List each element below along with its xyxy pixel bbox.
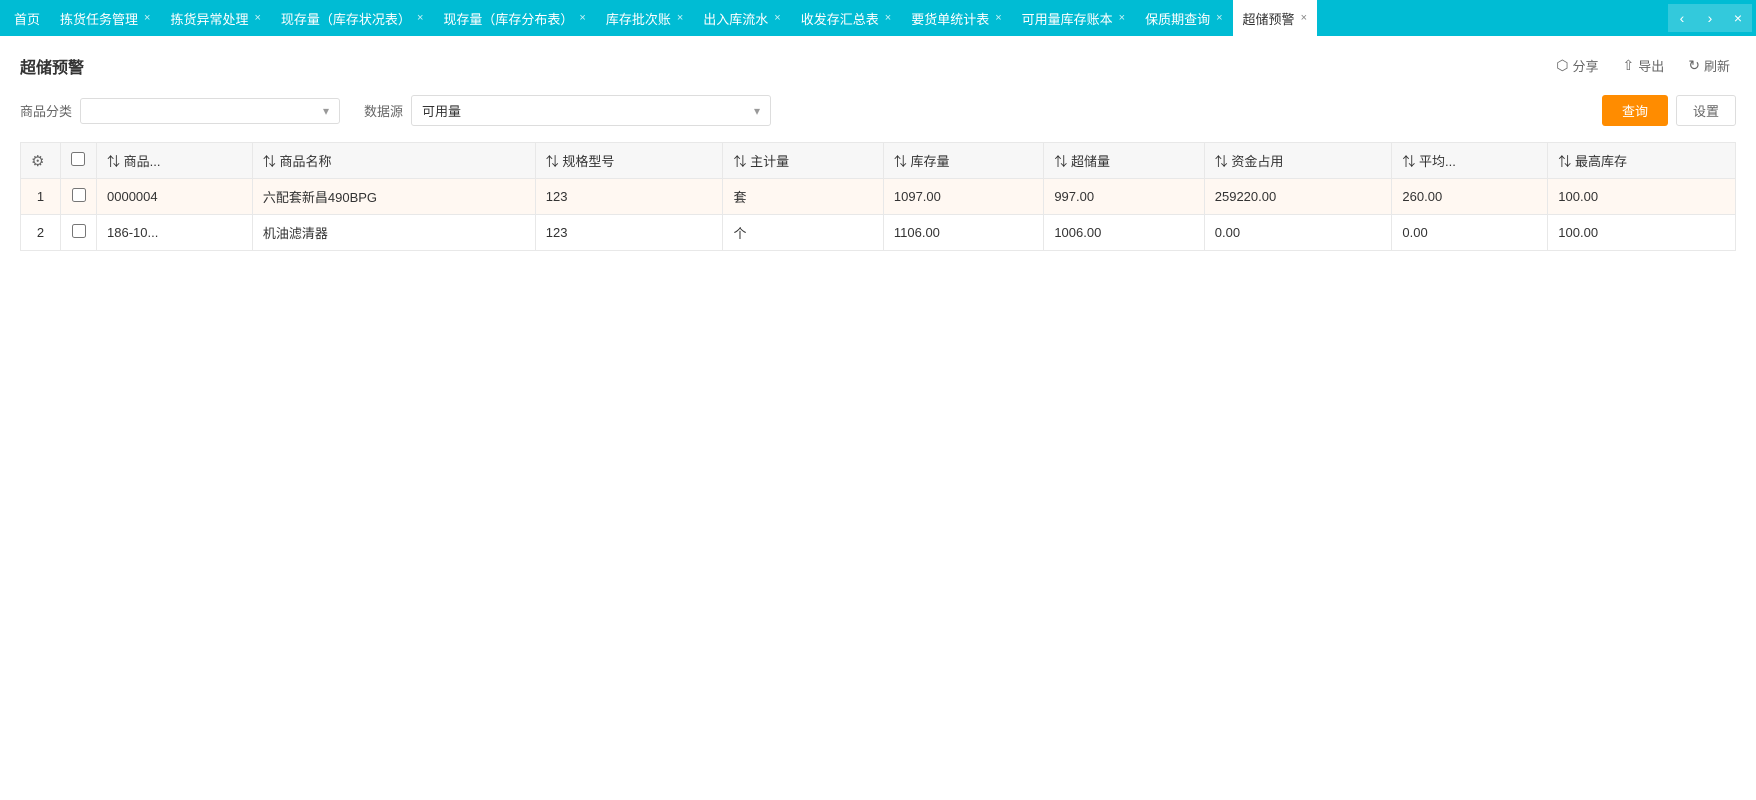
th-avg[interactable]: ⇅ 平均... bbox=[1392, 143, 1548, 179]
export-button[interactable]: ⇧ 导出 bbox=[1617, 52, 1671, 79]
header-actions: ⬡ 分享 ⇧ 导出 ↻ 刷新 bbox=[1550, 52, 1736, 79]
row-checkbox-cell[interactable] bbox=[61, 215, 97, 251]
export-icon: ⇧ bbox=[1623, 57, 1635, 74]
nav-item-expiry[interactable]: 保质期查询 × bbox=[1135, 0, 1232, 36]
nav-item-available-stock[interactable]: 可用量库存账本 × bbox=[1012, 0, 1135, 36]
th-over-stock[interactable]: ⇅ 超储量 bbox=[1044, 143, 1204, 179]
cell-avg: 0.00 bbox=[1392, 215, 1548, 251]
close-icon[interactable]: × bbox=[677, 12, 683, 24]
table-row: 2 186-10... 机油滤清器 123 个 1106.00 1006.00 … bbox=[21, 215, 1736, 251]
datasource-value: 可用量 bbox=[422, 101, 461, 120]
filter-group-datasource: 数据源 可用量 ▾ bbox=[364, 95, 771, 126]
row-num: 2 bbox=[21, 215, 61, 251]
category-label: 商品分类 bbox=[20, 101, 72, 120]
nav-arrows: ‹ › × bbox=[1668, 4, 1752, 32]
query-button[interactable]: 查询 bbox=[1602, 95, 1668, 126]
cell-spec: 123 bbox=[535, 179, 723, 215]
cell-product-id: 186-10... bbox=[97, 215, 253, 251]
nav-item-batch[interactable]: 库存批次账 × bbox=[596, 0, 693, 36]
cell-product-name: 六配套新昌490BPG bbox=[252, 179, 535, 215]
chevron-down-icon: ▾ bbox=[754, 104, 760, 118]
th-product-id[interactable]: ⇅ 商品... bbox=[97, 143, 253, 179]
nav-item-home[interactable]: 首页 bbox=[4, 0, 50, 36]
cell-capital: 259220.00 bbox=[1204, 179, 1392, 215]
cell-avg: 260.00 bbox=[1392, 179, 1548, 215]
nav-item-stock-status[interactable]: 现存量（库存状况表） × bbox=[271, 0, 433, 36]
cell-capital: 0.00 bbox=[1204, 215, 1392, 251]
row-checkbox[interactable] bbox=[72, 188, 86, 202]
nav-item-summary[interactable]: 收发存汇总表 × bbox=[791, 0, 901, 36]
th-spec[interactable]: ⇅ 规格型号 bbox=[535, 143, 723, 179]
close-icon[interactable]: × bbox=[417, 12, 423, 24]
cell-unit: 个 bbox=[723, 215, 883, 251]
share-icon: ⬡ bbox=[1556, 57, 1568, 74]
page-header: 超储预警 ⬡ 分享 ⇧ 导出 ↻ 刷新 bbox=[20, 52, 1736, 79]
nav-arrow-close-all[interactable]: × bbox=[1724, 4, 1752, 32]
filter-row: 商品分类 ▾ 数据源 可用量 ▾ 查询 设置 bbox=[20, 95, 1736, 126]
cell-over-stock: 997.00 bbox=[1044, 179, 1204, 215]
close-icon[interactable]: × bbox=[254, 12, 260, 24]
nav-item-exception[interactable]: 拣货异常处理 × bbox=[160, 0, 270, 36]
th-product-name[interactable]: ⇅ 商品名称 bbox=[252, 143, 535, 179]
settings-button[interactable]: 设置 bbox=[1676, 95, 1736, 126]
select-all-checkbox[interactable] bbox=[71, 152, 85, 166]
th-unit[interactable]: ⇅ 主计量 bbox=[723, 143, 883, 179]
row-checkbox-cell[interactable] bbox=[61, 179, 97, 215]
refresh-icon: ↻ bbox=[1688, 57, 1700, 74]
cell-spec: 123 bbox=[535, 215, 723, 251]
close-icon[interactable]: × bbox=[885, 12, 891, 24]
th-max-stock[interactable]: ⇅ 最高库存 bbox=[1548, 143, 1736, 179]
table-header-row: ⚙ ⇅ 商品... ⇅ 商品名称 ⇅ 规格型号 ⇅ bbox=[21, 143, 1736, 179]
cell-product-id: 0000004 bbox=[97, 179, 253, 215]
th-settings: ⚙ bbox=[21, 143, 61, 179]
gear-icon[interactable]: ⚙ bbox=[31, 153, 44, 170]
th-checkbox bbox=[61, 143, 97, 179]
cell-stock: 1097.00 bbox=[883, 179, 1043, 215]
close-icon[interactable]: × bbox=[995, 12, 1001, 24]
filter-group-category: 商品分类 ▾ bbox=[20, 98, 340, 124]
nav-item-inout-flow[interactable]: 出入库流水 × bbox=[693, 0, 790, 36]
cell-stock: 1106.00 bbox=[883, 215, 1043, 251]
datasource-select[interactable]: 可用量 ▾ bbox=[411, 95, 771, 126]
share-button[interactable]: ⬡ 分享 bbox=[1550, 52, 1604, 79]
cell-unit: 套 bbox=[723, 179, 883, 215]
nav-bar: 首页 拣货任务管理 × 拣货异常处理 × 现存量（库存状况表） × 现存量（库存… bbox=[0, 0, 1756, 36]
nav-item-order-stats[interactable]: 要货单统计表 × bbox=[901, 0, 1011, 36]
nav-item-task-mgmt[interactable]: 拣货任务管理 × bbox=[50, 0, 160, 36]
table-row: 1 0000004 六配套新昌490BPG 123 套 1097.00 997.… bbox=[21, 179, 1736, 215]
row-num: 1 bbox=[21, 179, 61, 215]
close-icon[interactable]: × bbox=[144, 12, 150, 24]
page-container: 超储预警 ⬡ 分享 ⇧ 导出 ↻ 刷新 商品分类 ▾ 数据源 bbox=[0, 36, 1756, 800]
row-checkbox[interactable] bbox=[72, 224, 86, 238]
chevron-down-icon: ▾ bbox=[323, 104, 329, 118]
close-icon[interactable]: × bbox=[1216, 12, 1222, 24]
filter-buttons: 查询 设置 bbox=[1602, 95, 1736, 126]
data-table: ⚙ ⇅ 商品... ⇅ 商品名称 ⇅ 规格型号 ⇅ bbox=[20, 142, 1736, 251]
close-icon[interactable]: × bbox=[774, 12, 780, 24]
datasource-label: 数据源 bbox=[364, 101, 403, 120]
nav-item-stock-dist[interactable]: 现存量（库存分布表） × bbox=[433, 0, 595, 36]
cell-max-stock: 100.00 bbox=[1548, 215, 1736, 251]
cell-max-stock: 100.00 bbox=[1548, 179, 1736, 215]
th-capital[interactable]: ⇅ 资金占用 bbox=[1204, 143, 1392, 179]
nav-arrow-right[interactable]: › bbox=[1696, 4, 1724, 32]
nav-item-overstock[interactable]: 超储预警 × bbox=[1233, 0, 1317, 36]
close-icon[interactable]: × bbox=[1301, 12, 1307, 24]
close-icon[interactable]: × bbox=[1119, 12, 1125, 24]
th-stock[interactable]: ⇅ 库存量 bbox=[883, 143, 1043, 179]
refresh-button[interactable]: ↻ 刷新 bbox=[1682, 52, 1736, 79]
page-title: 超储预警 bbox=[20, 54, 84, 78]
cell-product-name: 机油滤清器 bbox=[252, 215, 535, 251]
close-icon[interactable]: × bbox=[579, 12, 585, 24]
nav-arrow-left[interactable]: ‹ bbox=[1668, 4, 1696, 32]
category-select[interactable]: ▾ bbox=[80, 98, 340, 124]
cell-over-stock: 1006.00 bbox=[1044, 215, 1204, 251]
